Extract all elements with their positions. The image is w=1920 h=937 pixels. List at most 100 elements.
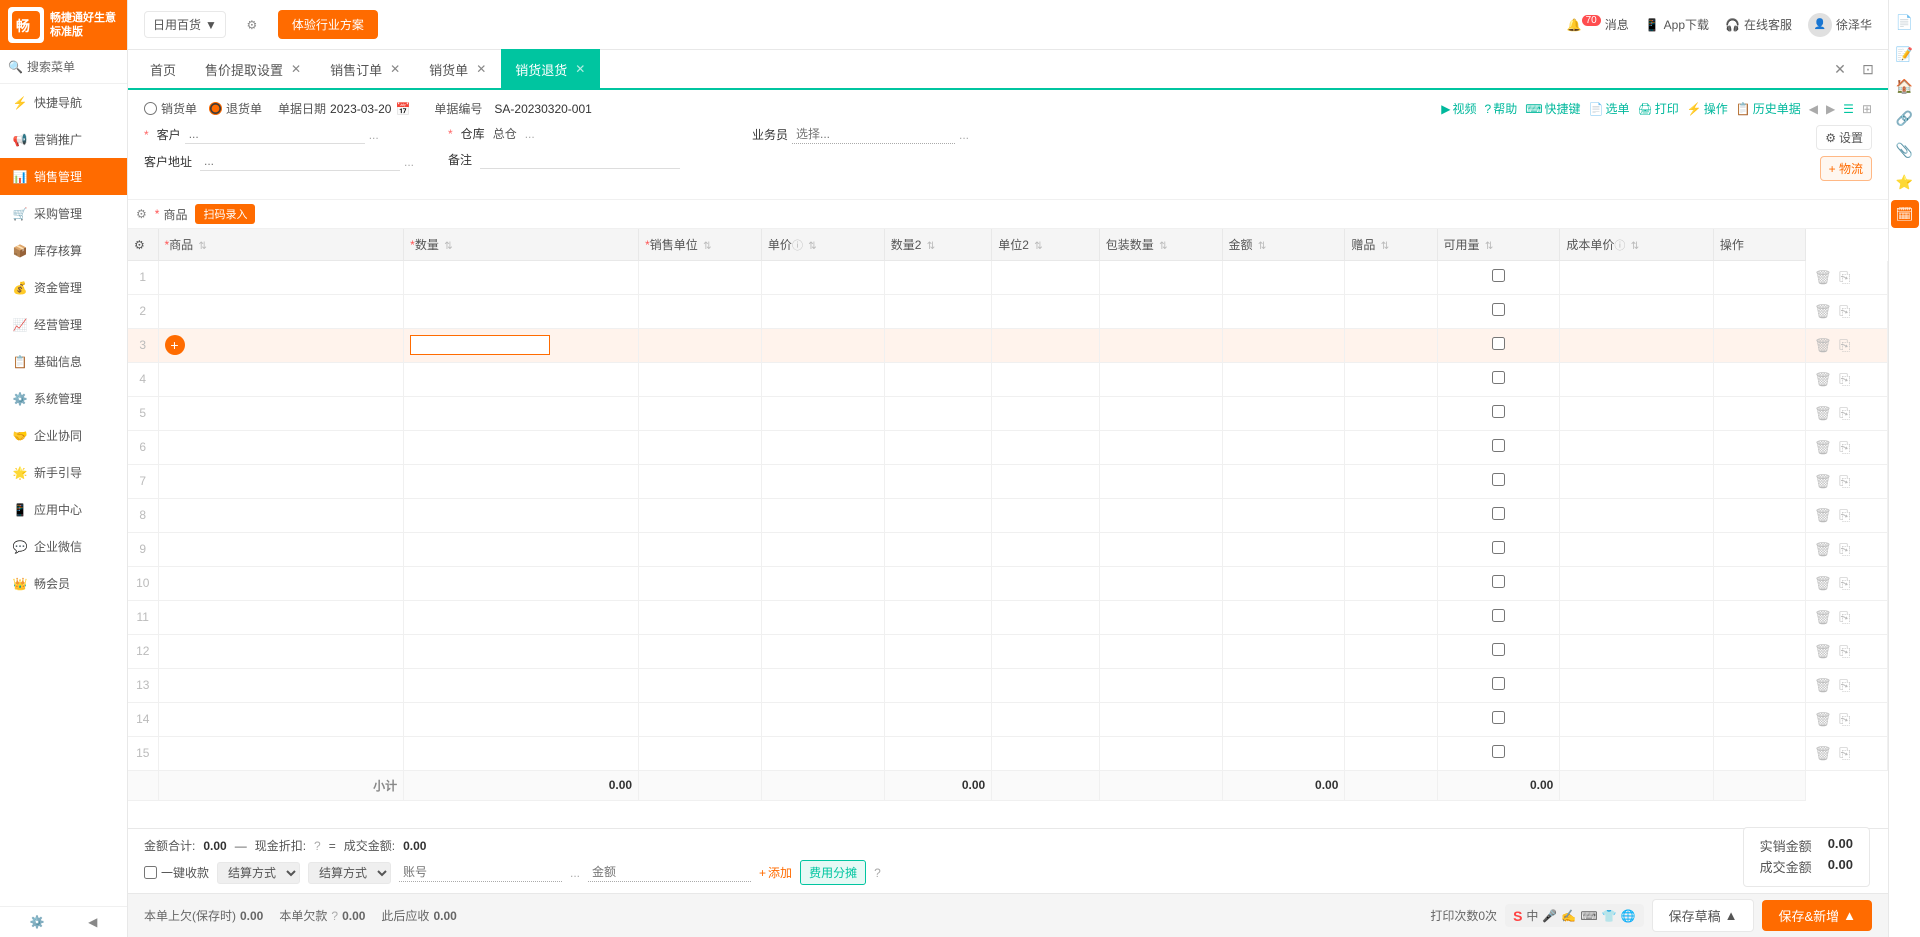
- delete-row-btn[interactable]: 🗑: [1812, 471, 1834, 492]
- gift-checkbox[interactable]: [1492, 337, 1505, 350]
- sidebar-item-enterprise[interactable]: 🤝 企业协同: [0, 417, 127, 454]
- copy-row-btn[interactable]: ⎘: [1837, 437, 1852, 458]
- operate-action[interactable]: ⚡ 操作: [1687, 100, 1728, 117]
- nav-next-icon[interactable]: ▶: [1826, 102, 1835, 116]
- row-available-cell[interactable]: [1560, 566, 1714, 600]
- row-qty-cell[interactable]: [639, 294, 762, 328]
- sort-amount-icon[interactable]: ⇅: [1258, 242, 1266, 252]
- copy-row-btn[interactable]: ⎘: [1837, 403, 1852, 424]
- row-available-cell[interactable]: [1560, 328, 1714, 362]
- sort-pack-qty-icon[interactable]: ⇅: [1159, 242, 1167, 252]
- row-pack-cell[interactable]: [1222, 464, 1345, 498]
- row-unit2-cell[interactable]: [1099, 396, 1222, 430]
- row-amount-cell[interactable]: [1345, 634, 1437, 668]
- settings-icon[interactable]: ⚙️: [30, 915, 45, 929]
- delete-row-btn[interactable]: 🗑: [1812, 539, 1834, 560]
- fee-help-icon[interactable]: ?: [874, 866, 881, 880]
- row-amount-cell[interactable]: [1345, 328, 1437, 362]
- sidebar-item-newbie[interactable]: 🌟 新手引导: [0, 454, 127, 491]
- gift-checkbox[interactable]: [1492, 303, 1505, 316]
- row-price-cell[interactable]: [884, 430, 991, 464]
- quick-payment-checkbox[interactable]: [144, 866, 157, 879]
- discount-help-icon[interactable]: ?: [314, 839, 321, 853]
- row-qty-cell[interactable]: [639, 396, 762, 430]
- gift-checkbox[interactable]: [1492, 609, 1505, 622]
- delete-row-btn[interactable]: 🗑: [1812, 641, 1834, 662]
- history-action[interactable]: 📋 历史单据: [1736, 100, 1801, 117]
- copy-row-btn[interactable]: ⎘: [1837, 709, 1852, 730]
- tab-return[interactable]: 销货退货 ✕: [501, 49, 600, 89]
- sidebar-item-inventory[interactable]: 📦 库存核算: [0, 232, 127, 269]
- row-qty2-cell[interactable]: [992, 532, 1099, 566]
- copy-row-btn[interactable]: ⎘: [1837, 743, 1852, 764]
- row-unit-cell[interactable]: [761, 261, 884, 295]
- row-unit2-cell[interactable]: [1099, 261, 1222, 295]
- row-unit-cell[interactable]: [761, 736, 884, 770]
- row-amount-cell[interactable]: [1345, 464, 1437, 498]
- tab-sales[interactable]: 销货单 ✕: [415, 49, 501, 89]
- row-available-cell[interactable]: [1560, 498, 1714, 532]
- row-amount-cell[interactable]: [1345, 430, 1437, 464]
- row-price-cell[interactable]: [884, 396, 991, 430]
- list-view-icon[interactable]: ☰: [1843, 102, 1854, 116]
- row-available-cell[interactable]: [1560, 634, 1714, 668]
- sort-quantity-icon[interactable]: ⇅: [444, 242, 452, 252]
- row-price-cell[interactable]: [884, 736, 991, 770]
- delete-row-btn[interactable]: 🗑: [1812, 335, 1834, 356]
- copy-row-btn[interactable]: ⎘: [1837, 505, 1852, 526]
- row-pack-cell[interactable]: [1222, 566, 1345, 600]
- row-qty-cell[interactable]: [639, 702, 762, 736]
- row-qty2-cell[interactable]: [992, 396, 1099, 430]
- gift-checkbox[interactable]: [1492, 371, 1505, 384]
- sidebar-item-system[interactable]: ⚙️ 系统管理: [0, 380, 127, 417]
- row-pack-cell[interactable]: [1222, 261, 1345, 295]
- print-action[interactable]: 🖨 打印: [1638, 100, 1679, 117]
- tab-sales-order-close[interactable]: ✕: [390, 62, 400, 76]
- row-unit-cell[interactable]: [761, 668, 884, 702]
- delete-row-btn[interactable]: 🗑: [1812, 437, 1834, 458]
- row-amount-cell[interactable]: [1345, 600, 1437, 634]
- close-tab-btn[interactable]: ✕: [1828, 57, 1852, 81]
- user-info-item[interactable]: 👤 徐泽华: [1808, 13, 1872, 37]
- row-unit2-cell[interactable]: [1099, 566, 1222, 600]
- row-pack-cell[interactable]: [1222, 634, 1345, 668]
- sidebar-item-purchase[interactable]: 🛒 采购管理: [0, 195, 127, 232]
- copy-row-btn[interactable]: ⎘: [1837, 641, 1852, 662]
- add-row-btn[interactable]: +: [165, 335, 185, 355]
- row-qty2-cell[interactable]: [992, 464, 1099, 498]
- row-qty-cell[interactable]: [639, 736, 762, 770]
- row-cost-cell[interactable]: [1713, 294, 1805, 328]
- sort-unit-price-icon[interactable]: ⇅: [808, 242, 816, 252]
- row-unit-cell[interactable]: [761, 396, 884, 430]
- row-available-cell[interactable]: [1560, 464, 1714, 498]
- help-action[interactable]: ? 帮助: [1485, 100, 1518, 117]
- row-cost-cell[interactable]: [1713, 328, 1805, 362]
- copy-row-btn[interactable]: ⎘: [1837, 539, 1852, 560]
- topbar-settings-icon[interactable]: ⚙: [238, 11, 266, 39]
- row-qty2-cell[interactable]: [992, 736, 1099, 770]
- copy-row-btn[interactable]: ⎘: [1837, 335, 1852, 356]
- right-panel-clip-icon[interactable]: 📎: [1891, 136, 1919, 164]
- sort-product-icon[interactable]: ⇅: [199, 242, 207, 252]
- sort-sales-unit-icon[interactable]: ⇅: [703, 242, 711, 252]
- customer-more-icon[interactable]: ...: [369, 128, 379, 142]
- copy-row-btn[interactable]: ⎘: [1837, 471, 1852, 492]
- row-pack-cell[interactable]: [1222, 430, 1345, 464]
- row-unit-cell[interactable]: [761, 600, 884, 634]
- sort-unit2-icon[interactable]: ⇅: [1034, 242, 1042, 252]
- tab-price-extract[interactable]: 售价提取设置 ✕: [191, 49, 316, 89]
- customer-input[interactable]: [185, 125, 365, 144]
- row-qty-cell[interactable]: [639, 566, 762, 600]
- row-available-cell[interactable]: [1560, 702, 1714, 736]
- sidebar-item-marketing[interactable]: 📢 营销推广: [0, 121, 127, 158]
- delete-row-btn[interactable]: 🗑: [1812, 607, 1834, 628]
- copy-row-btn[interactable]: ⎘: [1837, 301, 1852, 322]
- settings-button[interactable]: ⚙ 设置: [1816, 125, 1872, 150]
- warehouse-more-icon[interactable]: ...: [525, 127, 535, 141]
- unit-price-help-icon[interactable]: ⓘ: [792, 240, 803, 252]
- copy-row-btn[interactable]: ⎘: [1837, 369, 1852, 390]
- remark-input[interactable]: [480, 150, 680, 169]
- row-pack-cell[interactable]: [1222, 702, 1345, 736]
- calendar-icon[interactable]: 📅: [395, 102, 410, 116]
- sidebar-item-sales[interactable]: 📊 销售管理: [0, 158, 127, 195]
